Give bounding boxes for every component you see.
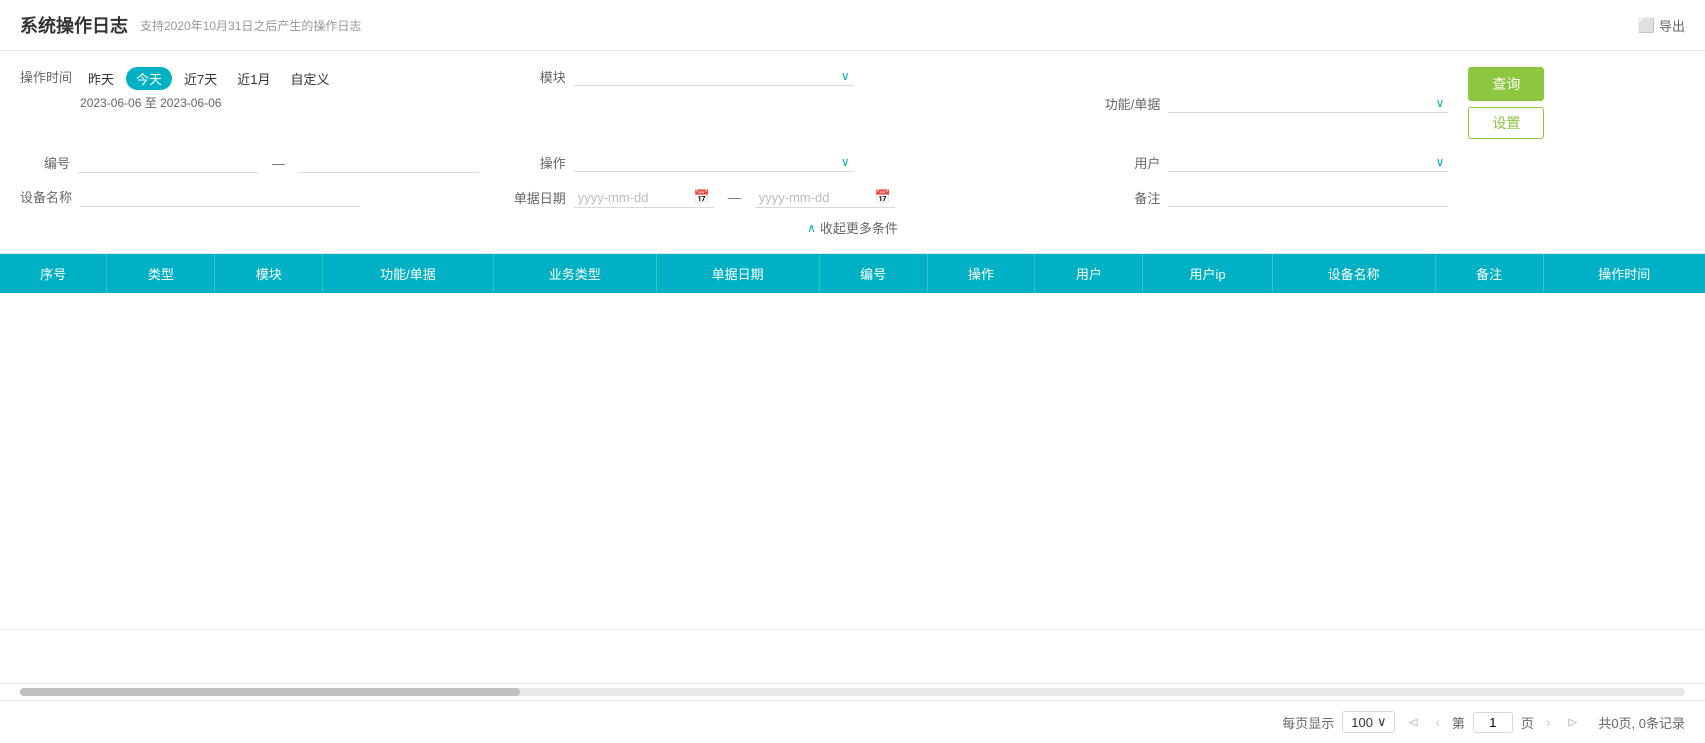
date-end-text: yyyy-mm-dd: [759, 190, 875, 205]
scrollbar-area[interactable]: [0, 683, 1705, 700]
filter-area: 操作时间 昨天 今天 近7天 近1月 自定义 2023-06-06 至 2023…: [0, 51, 1705, 254]
collapse-icon: ∧: [807, 221, 816, 235]
collapse-button[interactable]: ∧ 收起更多条件: [807, 218, 898, 237]
module-label: 模块: [496, 67, 566, 86]
remark-label: 备注: [1090, 188, 1160, 207]
col-device: 设备名称: [1272, 254, 1435, 293]
per-page-select[interactable]: 100 ∨: [1342, 711, 1395, 733]
time-filter-col: 操作时间 昨天 今天 近7天 近1月 自定义 2023-06-06 至 2023…: [20, 67, 496, 111]
func-select[interactable]: ∨: [1168, 94, 1448, 113]
time-filter: 昨天 今天 近7天 近1月 自定义 2023-06-06 至 2023-06-0…: [80, 67, 338, 111]
func-filter-col: 功能/单据 ∨ 查询 设置: [1090, 67, 1685, 139]
table-header-row: 序号 类型 模块 功能/单据 业务类型 单据日期 编号 操作 用户 用户ip 设…: [0, 254, 1705, 293]
filter-row-1: 操作时间 昨天 今天 近7天 近1月 自定义 2023-06-06 至 2023…: [20, 67, 1685, 139]
device-input[interactable]: [80, 187, 360, 207]
date-start-picker[interactable]: yyyy-mm-dd 📅: [574, 187, 714, 208]
table-header: 序号 类型 模块 功能/单据 业务类型 单据日期 编号 操作 用户 用户ip 设…: [0, 254, 1705, 293]
col-number: 编号: [819, 254, 927, 293]
next-page-button[interactable]: ›: [1542, 712, 1555, 732]
date-range-display: 2023-06-06 至 2023-06-06: [80, 94, 338, 111]
page-number-input[interactable]: [1473, 712, 1513, 733]
user-select[interactable]: ∨: [1168, 153, 1448, 172]
user-filter-col: 用户 ∨: [1090, 153, 1685, 172]
operation-dropdown-icon: ∨: [841, 155, 850, 169]
col-docdate: 单据日期: [656, 254, 819, 293]
total-label: 共0页, 0条记录: [1598, 713, 1685, 732]
yesterday-btn[interactable]: 昨天: [80, 67, 122, 90]
filter-row-3: 设备名称 单据日期 yyyy-mm-dd 📅 — yyyy-mm-dd 📅: [20, 187, 1685, 208]
page-label: 第: [1452, 713, 1465, 732]
func-label: 功能/单据: [1090, 94, 1160, 113]
doc-date-filter-col: 单据日期 yyyy-mm-dd 📅 — yyyy-mm-dd 📅: [496, 187, 1091, 208]
last1m-btn[interactable]: 近1月: [229, 67, 278, 90]
col-index: 序号: [0, 254, 107, 293]
col-optime: 操作时间: [1543, 254, 1705, 293]
col-module: 模块: [215, 254, 323, 293]
custom-btn[interactable]: 自定义: [283, 67, 338, 90]
user-label: 用户: [1090, 153, 1160, 172]
scrollbar-thumb[interactable]: [20, 688, 520, 696]
table-body: [0, 293, 1705, 630]
operation-select[interactable]: ∨: [574, 153, 854, 172]
filter-row-2: 编号 — 操作 ∨ 用户 ∨: [20, 153, 1685, 173]
last7-btn[interactable]: 近7天: [176, 67, 225, 90]
date-end-picker[interactable]: yyyy-mm-dd 📅: [755, 187, 895, 208]
calendar-start-icon: 📅: [694, 189, 710, 205]
col-biztype: 业务类型: [493, 254, 656, 293]
col-type: 类型: [107, 254, 215, 293]
date-start-text: yyyy-mm-dd: [578, 190, 694, 205]
prev-page-button[interactable]: ‹: [1431, 712, 1444, 732]
device-label: 设备名称: [20, 187, 72, 206]
col-ip: 用户ip: [1143, 254, 1272, 293]
operation-label: 操作: [496, 153, 566, 172]
number-filter-col: 编号 —: [20, 153, 496, 173]
module-select[interactable]: ∨: [574, 67, 854, 86]
remark-filter-col: 备注: [1090, 187, 1685, 207]
action-buttons: 查询 设置: [1468, 67, 1544, 139]
export-icon: ⬜: [1638, 17, 1655, 34]
empty-row: [0, 293, 1705, 630]
collapse-row: ∧ 收起更多条件: [20, 212, 1685, 237]
doc-date-label: 单据日期: [496, 188, 566, 207]
number-dash: —: [272, 156, 285, 171]
number-start-input[interactable]: [78, 153, 258, 173]
last-page-button[interactable]: ⊳: [1563, 712, 1583, 733]
export-button[interactable]: ⬜ 导出: [1638, 16, 1685, 35]
page-unit: 页: [1521, 713, 1534, 732]
scrollbar-track[interactable]: [20, 688, 1685, 696]
col-func: 功能/单据: [323, 254, 494, 293]
remark-input[interactable]: [1168, 187, 1448, 207]
col-user: 用户: [1035, 254, 1143, 293]
time-label: 操作时间: [20, 67, 72, 86]
page-subtitle: 支持2020年10月31日之后产生的操作日志: [140, 17, 361, 34]
table-container: 序号 类型 模块 功能/单据 业务类型 单据日期 编号 操作 用户 用户ip 设…: [0, 254, 1705, 683]
per-page-value: 100: [1351, 715, 1373, 730]
time-buttons: 昨天 今天 近7天 近1月 自定义: [80, 67, 338, 90]
pagination-bar: 每页显示 100 ∨ ⊲ ‹ 第 页 › ⊳ 共0页, 0条记录: [0, 700, 1705, 743]
date-dash: —: [728, 190, 741, 205]
settings-button[interactable]: 设置: [1468, 107, 1544, 139]
number-end-input[interactable]: [299, 153, 479, 173]
calendar-end-icon: 📅: [875, 189, 891, 205]
user-dropdown-icon: ∨: [1436, 155, 1445, 169]
func-dropdown-icon: ∨: [1436, 96, 1445, 110]
page-header: 系统操作日志 支持2020年10月31日之后产生的操作日志 ⬜ 导出: [0, 0, 1705, 51]
page-title: 系统操作日志: [20, 12, 128, 38]
col-operation: 操作: [927, 254, 1035, 293]
per-page-label: 每页显示: [1282, 713, 1334, 732]
empty-area: [12, 301, 1693, 621]
device-filter-col: 设备名称: [20, 187, 496, 207]
per-page-arrow: ∨: [1377, 714, 1387, 730]
number-label: 编号: [20, 153, 70, 172]
first-page-button[interactable]: ⊲: [1403, 712, 1423, 733]
today-btn[interactable]: 今天: [126, 67, 172, 90]
module-dropdown-icon: ∨: [841, 69, 850, 83]
operation-filter-col: 操作 ∨: [496, 153, 1091, 172]
module-filter-col: 模块 ∨: [496, 67, 1091, 86]
empty-cell: [0, 293, 1705, 630]
col-remark: 备注: [1435, 254, 1543, 293]
data-table: 序号 类型 模块 功能/单据 业务类型 单据日期 编号 操作 用户 用户ip 设…: [0, 254, 1705, 630]
query-button[interactable]: 查询: [1468, 67, 1544, 101]
